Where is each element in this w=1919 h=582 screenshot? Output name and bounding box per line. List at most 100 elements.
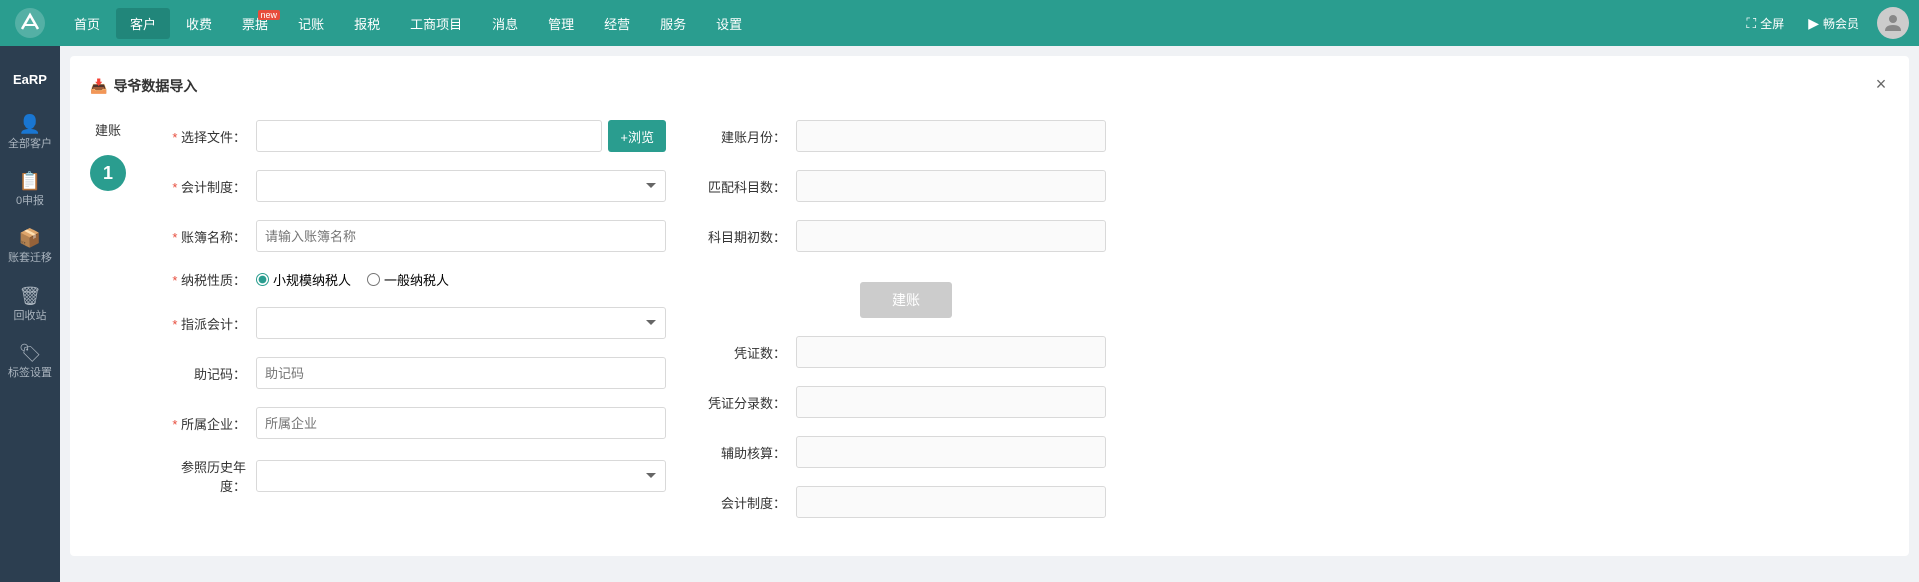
browse-button[interactable]: +浏览 bbox=[608, 120, 666, 152]
radio-general[interactable]: 一般纳税人 bbox=[367, 270, 449, 289]
file-label: 选择文件： bbox=[166, 127, 256, 146]
build-month-value bbox=[796, 120, 1106, 152]
recycle-bin-icon: 🗑 bbox=[19, 286, 42, 307]
form-left: 选择文件： +浏览 会计制度： bbox=[166, 120, 666, 513]
panel: 📥 导爷数据导入 × 建账 1 选择文件： bbox=[70, 56, 1909, 556]
member-button[interactable]: ▶ 畅会员 bbox=[1802, 12, 1865, 35]
build-month-row: 建账月份： bbox=[706, 120, 1106, 152]
sidebar-item-label-settings[interactable]: 🏷 标签设置 bbox=[2, 335, 58, 388]
step-section: 建账 1 bbox=[90, 120, 126, 191]
subject-init-row: 科目期初数： bbox=[706, 220, 1106, 252]
file-text-input[interactable] bbox=[256, 120, 602, 152]
fullscreen-label: 全屏 bbox=[1760, 15, 1784, 32]
nav-services[interactable]: 服务 bbox=[646, 8, 700, 39]
sidebar-item-label: 账套迁移 bbox=[8, 252, 52, 265]
subject-init-label: 科目期初数： bbox=[706, 227, 796, 246]
nav-tax[interactable]: 报税 bbox=[340, 8, 394, 39]
fullscreen-button[interactable]: ⛶ 全屏 bbox=[1740, 12, 1790, 35]
accountant-select[interactable] bbox=[256, 307, 666, 339]
subject-init-value bbox=[796, 220, 1106, 252]
top-nav: 首页 客户 收费 票据 new 记账 报税 工商项目 消息 管理 经营 服务 设… bbox=[0, 0, 1919, 46]
nav-home[interactable]: 首页 bbox=[60, 8, 114, 39]
avatar[interactable] bbox=[1877, 7, 1909, 39]
accounting-system-row: 会计制度： bbox=[706, 486, 1106, 518]
tax-type-label: 纳税性质： bbox=[166, 270, 256, 289]
accounting-row: 会计制度： bbox=[166, 170, 666, 202]
form-right: 建账月份： 匹配科目数： 科目期初数： 建账 bbox=[706, 120, 1106, 536]
company-row: 所属企业： bbox=[166, 407, 666, 439]
memo-input[interactable] bbox=[256, 357, 666, 389]
file-input-group: +浏览 bbox=[256, 120, 666, 152]
accounting-select[interactable] bbox=[256, 170, 666, 202]
build-button[interactable]: 建账 bbox=[860, 282, 952, 318]
layout: EaRP 👤 全部客户 📋 0申报 📦 账套迁移 🗑 回收站 🏷 标签设置 📥 bbox=[0, 46, 1919, 582]
nav-management[interactable]: 管理 bbox=[534, 8, 588, 39]
voucher-count-label: 凭证数： bbox=[706, 343, 796, 362]
match-subjects-value bbox=[796, 170, 1106, 202]
step-circle: 1 bbox=[90, 155, 126, 191]
fullscreen-icon: ⛶ bbox=[1746, 15, 1756, 32]
company-label: 所属企业： bbox=[166, 414, 256, 433]
radio-general-label: 一般纳税人 bbox=[384, 270, 449, 289]
aux-accounting-label: 辅助核算： bbox=[706, 443, 796, 462]
sidebar-item-all-clients[interactable]: 👤 全部客户 bbox=[2, 106, 58, 159]
nav-fees[interactable]: 收费 bbox=[172, 8, 226, 39]
file-row: 选择文件： +浏览 bbox=[166, 120, 666, 152]
radio-general-input[interactable] bbox=[367, 273, 380, 286]
step-label: 建账 bbox=[95, 120, 121, 139]
tax-type-row: 纳税性质： 小规模纳税人 一般纳税人 bbox=[166, 270, 666, 289]
sidebar-item-declaration[interactable]: 📋 0申报 bbox=[2, 163, 58, 216]
sidebar-item-label: 全部客户 bbox=[8, 138, 52, 151]
ledger-row: 账簿名称： bbox=[166, 220, 666, 252]
radio-small-label: 小规模纳税人 bbox=[273, 270, 351, 289]
nav-invoices[interactable]: 票据 new bbox=[228, 8, 282, 39]
voucher-entries-row: 凭证分录数： bbox=[706, 386, 1106, 418]
top-nav-right: ⛶ 全屏 ▶ 畅会员 bbox=[1740, 7, 1909, 39]
label-settings-icon: 🏷 bbox=[19, 343, 42, 364]
radio-small-scale[interactable]: 小规模纳税人 bbox=[256, 270, 351, 289]
close-button[interactable]: × bbox=[1869, 72, 1893, 96]
accountant-row: 指派会计： bbox=[166, 307, 666, 339]
nav-settings[interactable]: 设置 bbox=[702, 8, 756, 39]
new-badge: new bbox=[258, 10, 281, 20]
member-label: 畅会员 bbox=[1823, 15, 1859, 32]
main-content: 📥 导爷数据导入 × 建账 1 选择文件： bbox=[60, 46, 1919, 582]
aux-accounting-value bbox=[796, 436, 1106, 468]
aux-accounting-row: 辅助核算： bbox=[706, 436, 1106, 468]
sidebar-item-recycle-bin[interactable]: 🗑 回收站 bbox=[2, 278, 58, 331]
memo-label: 助记码： bbox=[166, 364, 256, 383]
history-label: 参照历史年度： bbox=[166, 457, 256, 495]
nav-operations[interactable]: 经营 bbox=[590, 8, 644, 39]
sidebar-item-label: 0申报 bbox=[16, 195, 44, 208]
radio-small-input[interactable] bbox=[256, 273, 269, 286]
accounting-label: 会计制度： bbox=[166, 177, 256, 196]
sidebar-logo: EaRP bbox=[2, 56, 58, 102]
memo-row: 助记码： bbox=[166, 357, 666, 389]
import-icon: 📥 bbox=[90, 78, 107, 95]
logo[interactable] bbox=[10, 3, 50, 43]
all-clients-icon: 👤 bbox=[19, 114, 41, 135]
voucher-count-value bbox=[796, 336, 1106, 368]
sidebar: EaRP 👤 全部客户 📋 0申报 📦 账套迁移 🗑 回收站 🏷 标签设置 bbox=[0, 46, 60, 582]
build-month-label: 建账月份： bbox=[706, 127, 796, 146]
play-icon: ▶ bbox=[1808, 15, 1819, 32]
nav-messages[interactable]: 消息 bbox=[478, 8, 532, 39]
history-row: 参照历史年度： bbox=[166, 457, 666, 495]
voucher-count-row: 凭证数： bbox=[706, 336, 1106, 368]
match-subjects-label: 匹配科目数： bbox=[706, 177, 796, 196]
accounting-system-value bbox=[796, 486, 1106, 518]
form-layout: 建账 1 选择文件： +浏览 会计制度： bbox=[90, 120, 1889, 536]
company-input[interactable] bbox=[256, 407, 666, 439]
build-btn-row: 建账 bbox=[706, 272, 1106, 318]
ledger-input[interactable] bbox=[256, 220, 666, 252]
nav-bookkeeping[interactable]: 记账 bbox=[284, 8, 338, 39]
ledger-label: 账簿名称： bbox=[166, 227, 256, 246]
sidebar-item-account-migration[interactable]: 📦 账套迁移 bbox=[2, 220, 58, 273]
sidebar-item-label: 标签设置 bbox=[8, 367, 52, 380]
declaration-icon: 📋 bbox=[19, 171, 41, 192]
nav-items: 首页 客户 收费 票据 new 记账 报税 工商项目 消息 管理 经营 服务 设… bbox=[60, 8, 1740, 39]
nav-customers[interactable]: 客户 bbox=[116, 8, 170, 39]
nav-business[interactable]: 工商项目 bbox=[396, 8, 476, 39]
history-select[interactable] bbox=[256, 460, 666, 492]
sidebar-item-label: 回收站 bbox=[14, 310, 47, 323]
